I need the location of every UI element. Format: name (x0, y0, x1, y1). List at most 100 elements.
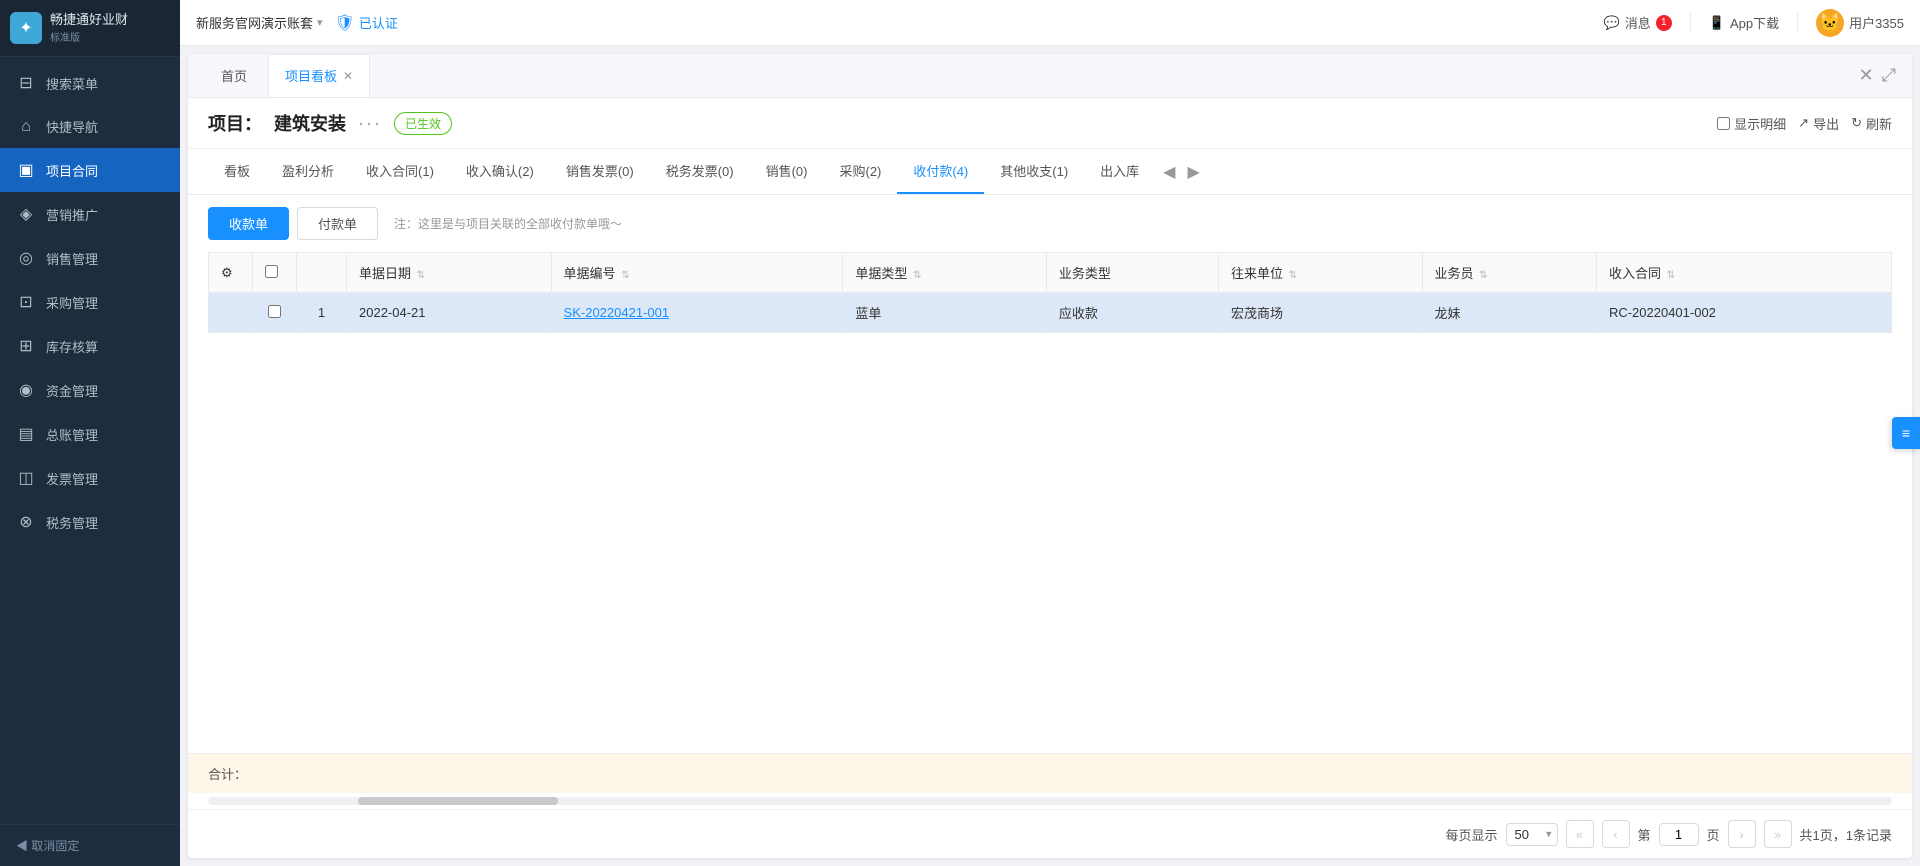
message-btn[interactable]: 💬 消息 1 (1604, 13, 1672, 32)
user-label: 用户3355 (1849, 13, 1904, 32)
sub-tab-tax-invoice[interactable]: 税务发票(0) (650, 149, 750, 194)
row-checkbox[interactable] (268, 305, 281, 318)
sub-tab-income-confirm[interactable]: 收入确认(2) (450, 149, 550, 194)
show-detail-checkbox[interactable] (1717, 117, 1730, 130)
doc-number-link[interactable]: SK-20220421-001 (564, 305, 670, 320)
sub-tab-income-contract[interactable]: 收入合同(1) (350, 149, 450, 194)
main-area: 新服务官网演示账套 ▾ 🛡 已认证 💬 消息 1 📱 App下载 � (180, 0, 1920, 866)
cell-type: 蓝单 (843, 293, 1047, 333)
tab-close-window-btn[interactable]: ✕ (1859, 65, 1874, 86)
sub-tab-sales-invoice[interactable]: 销售发票(0) (550, 149, 650, 194)
project-label: 项目： (208, 110, 262, 136)
sidebar-item-tax[interactable]: ⊗ 税务管理 (0, 500, 180, 544)
sub-tabs: 看板 盈利分析 收入合同(1) 收入确认(2) 销售发票(0) 税务发票(0) … (188, 149, 1912, 195)
ledger-icon: ▤ (16, 424, 36, 444)
floating-action-btn[interactable]: ≡ (1892, 417, 1920, 449)
sidebar-item-search[interactable]: ⊟ 搜索菜单 (0, 61, 180, 105)
first-page-btn[interactable]: « (1566, 820, 1594, 848)
table-row[interactable]: 1 2022-04-21 SK-20220421-001 蓝单 应收款 宏茂商场… (209, 293, 1892, 333)
scroll-track[interactable] (208, 797, 1892, 805)
sidebar-item-label-search: 搜索菜单 (46, 74, 98, 93)
funds-icon: ◉ (16, 380, 36, 400)
sidebar-item-contract[interactable]: ▣ 项目合同 (0, 148, 180, 192)
sub-tab-prev-btn[interactable]: ◀ (1159, 160, 1179, 184)
cell-date: 2022-04-21 (347, 293, 552, 333)
th-type[interactable]: 单据类型 ⇅ (843, 253, 1047, 293)
th-salesman[interactable]: 业务员 ⇅ (1422, 253, 1596, 293)
sub-tab-profit[interactable]: 盈利分析 (266, 149, 350, 194)
tab-project-board[interactable]: 项目看板 ✕ (268, 54, 370, 97)
th-income-contract[interactable]: 收入合同 ⇅ (1596, 253, 1891, 293)
th-date[interactable]: 单据日期 ⇅ (347, 253, 552, 293)
sidebar-item-purchase[interactable]: ⊡ 采购管理 (0, 280, 180, 324)
sidebar-footer-label: ◀ 取消固定 (16, 837, 79, 854)
header-actions: 显示明细 ↗ 导出 ↻ 刷新 (1717, 114, 1892, 133)
sidebar-item-label-tax: 税务管理 (46, 513, 98, 532)
sub-tab-purchase[interactable]: 采购(2) (823, 149, 897, 194)
sidebar-item-sales[interactable]: ◎ 销售管理 (0, 236, 180, 280)
page-unit: 页 (1707, 825, 1720, 844)
floating-icon: ≡ (1902, 425, 1910, 441)
th-settings[interactable]: ⚙ (209, 253, 253, 293)
sub-tab-in-out[interactable]: 出入库 (1084, 149, 1155, 194)
user-profile-btn[interactable]: 🐱 用户3355 (1816, 9, 1904, 37)
topbar-divider-1 (1690, 13, 1691, 33)
page-input[interactable] (1659, 823, 1699, 846)
sub-tab-receive-pay[interactable]: 收付款(4) (897, 149, 984, 194)
sidebar-unpin[interactable]: ◀ 取消固定 (0, 824, 180, 866)
tab-home[interactable]: 首页 (204, 54, 264, 97)
show-detail-label[interactable]: 显示明细 (1717, 114, 1786, 133)
sidebar-item-inventory[interactable]: ⊞ 库存核算 (0, 324, 180, 368)
sidebar-item-funds[interactable]: ◉ 资金管理 (0, 368, 180, 412)
tab-close-icon[interactable]: ✕ (343, 69, 353, 83)
export-btn[interactable]: ↗ 导出 (1798, 114, 1839, 133)
sub-tab-next-btn[interactable]: ▶ (1183, 160, 1203, 184)
page-size-select[interactable]: 50 100 200 (1506, 823, 1558, 846)
contract-icon: ▣ (16, 160, 36, 180)
sidebar: ✦ 畅捷通好业财 标准版 ⊟ 搜索菜单 ⌂ 快捷导航 ▣ 项目合同 ◈ 营销推广… (0, 0, 180, 866)
sidebar-item-quick[interactable]: ⌂ 快捷导航 (0, 105, 180, 148)
sub-tab-kanban[interactable]: 看板 (208, 149, 266, 194)
th-checkbox[interactable] (253, 253, 297, 293)
sub-tab-other-income[interactable]: 其他收支(1) (984, 149, 1084, 194)
sidebar-item-label-inventory: 库存核算 (46, 337, 98, 356)
th-partner[interactable]: 往来单位 ⇅ (1219, 253, 1423, 293)
sidebar-header: ✦ 畅捷通好业财 标准版 (0, 0, 180, 57)
refresh-icon: ↻ (1851, 115, 1862, 131)
tabs-bar: 首页 项目看板 ✕ ✕ ⤢ (188, 54, 1912, 98)
avatar: 🐱 (1816, 9, 1844, 37)
next-page-btn[interactable]: › (1728, 820, 1756, 848)
sidebar-item-invoice[interactable]: ◫ 发票管理 (0, 456, 180, 500)
sidebar-item-label-quick: 快捷导航 (46, 117, 98, 136)
th-index (297, 253, 347, 293)
account-caret-icon: ▾ (317, 16, 323, 29)
cell-checkbox[interactable] (253, 293, 297, 333)
cell-income-contract: RC-20220401-002 (1596, 293, 1891, 333)
message-label: 消息 (1625, 13, 1651, 32)
last-page-btn[interactable]: » (1764, 820, 1792, 848)
refresh-btn[interactable]: ↻ 刷新 (1851, 114, 1892, 133)
app-name: 畅捷通好业财 (50, 12, 128, 29)
certified-badge: 🛡 已认证 (335, 13, 398, 33)
sidebar-item-label-funds: 资金管理 (46, 381, 98, 400)
receive-btn[interactable]: 收款单 (208, 207, 289, 240)
sidebar-item-marketing[interactable]: ◈ 营销推广 (0, 192, 180, 236)
select-all-checkbox[interactable] (265, 265, 278, 278)
scroll-thumb[interactable] (358, 797, 558, 805)
table-header-row: ⚙ 单据日期 ⇅ 单据编号 ⇅ 单据类型 ⇅ (209, 253, 1892, 293)
sidebar-nav: ⊟ 搜索菜单 ⌂ 快捷导航 ▣ 项目合同 ◈ 营销推广 ◎ 销售管理 ⊡ 采购管… (0, 57, 180, 824)
more-options-btn[interactable]: ··· (358, 113, 382, 134)
prev-page-btn[interactable]: ‹ (1602, 820, 1630, 848)
tab-maximize-btn[interactable]: ⤢ (1882, 65, 1896, 86)
app-download-btn[interactable]: 📱 App下载 (1709, 13, 1779, 32)
app-logo: ✦ (10, 12, 42, 44)
th-number[interactable]: 单据编号 ⇅ (551, 253, 843, 293)
cell-biz-type: 应收款 (1046, 293, 1218, 333)
sub-tab-sales[interactable]: 销售(0) (750, 149, 824, 194)
sidebar-item-ledger[interactable]: ▤ 总账管理 (0, 412, 180, 456)
pay-btn[interactable]: 付款单 (297, 207, 378, 240)
account-selector[interactable]: 新服务官网演示账套 ▾ (196, 13, 323, 32)
total-label: 合计： (208, 767, 247, 782)
total-info: 共1页，1条记录 (1800, 825, 1892, 844)
cell-number[interactable]: SK-20220421-001 (551, 293, 843, 333)
